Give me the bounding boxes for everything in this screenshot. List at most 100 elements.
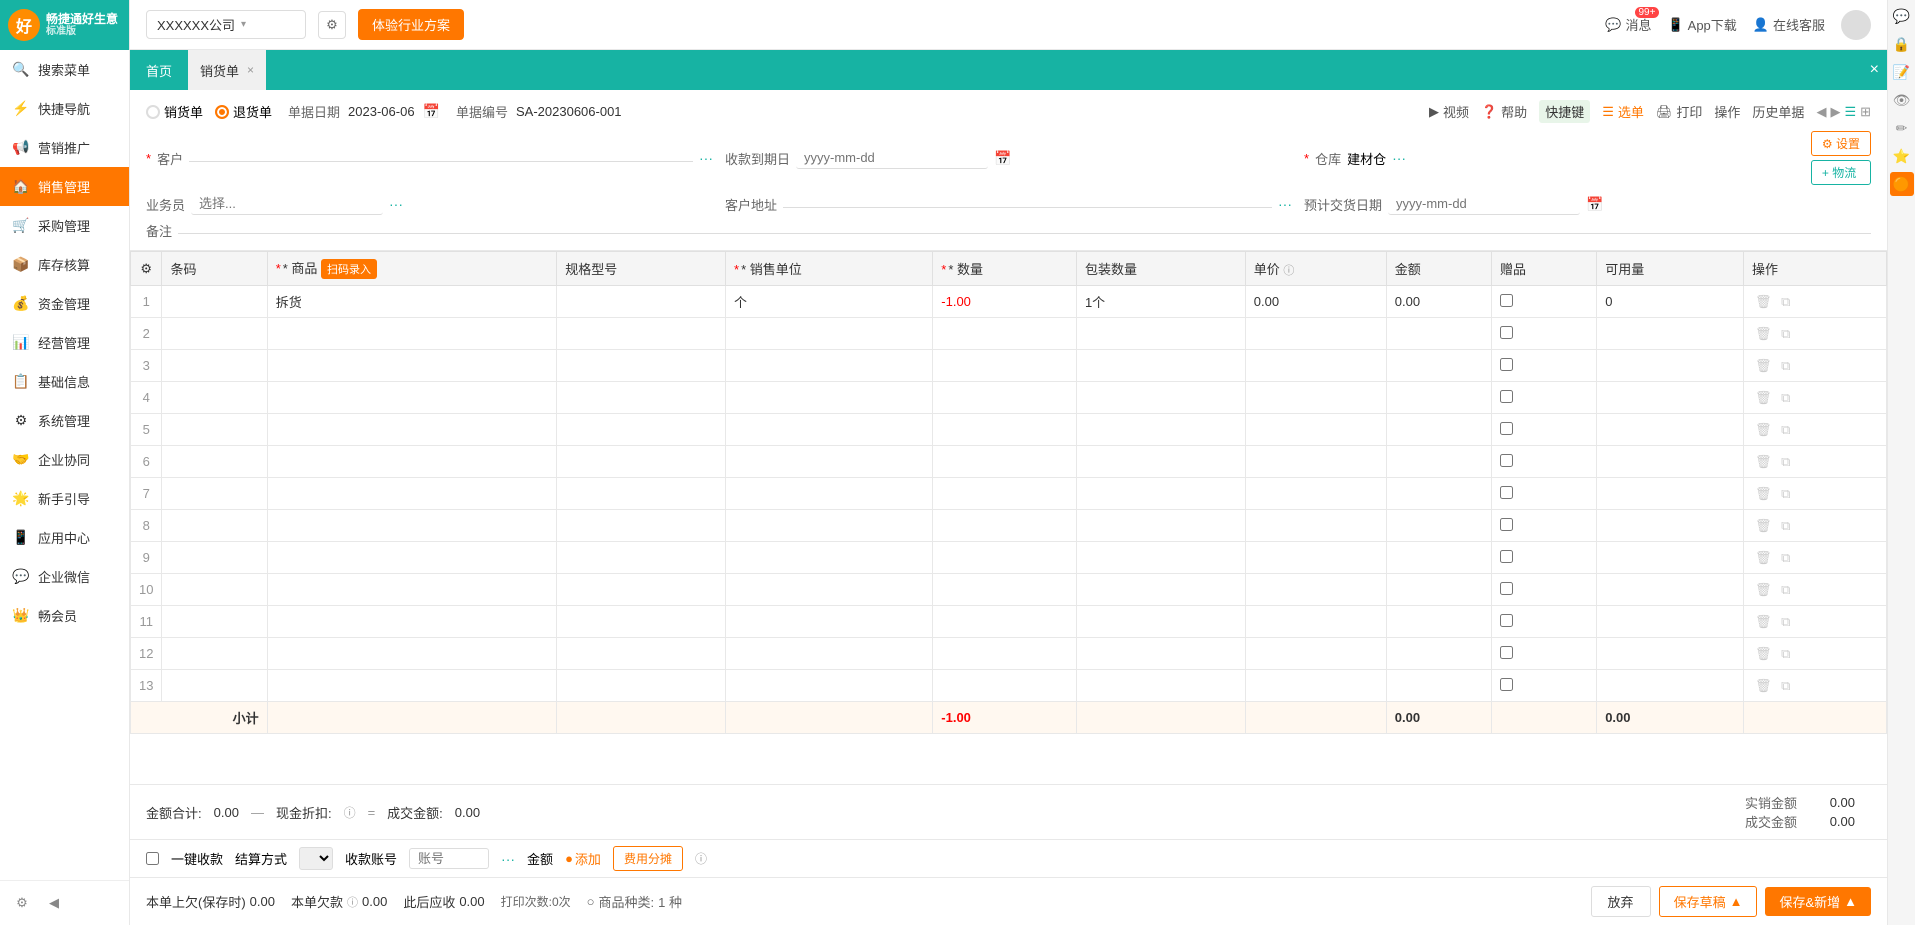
row-barcode[interactable]: [162, 542, 267, 574]
row-packqty[interactable]: [1076, 478, 1245, 510]
row-packqty[interactable]: [1076, 542, 1245, 574]
scan-btn[interactable]: 扫码录入: [321, 259, 377, 279]
row-unit[interactable]: [726, 638, 933, 670]
help-btn[interactable]: ❓ 帮助: [1481, 102, 1527, 121]
row-gift[interactable]: [1491, 446, 1596, 478]
row-goods[interactable]: [267, 414, 557, 446]
expected-date-input[interactable]: [1388, 193, 1580, 215]
row-packqty[interactable]: [1076, 510, 1245, 542]
payment-method-select[interactable]: [299, 847, 333, 870]
row-barcode[interactable]: [162, 446, 267, 478]
row-qty[interactable]: [933, 542, 1077, 574]
copy-row-icon[interactable]: ⧉: [1781, 390, 1790, 405]
gift-checkbox[interactable]: [1500, 550, 1513, 563]
gift-checkbox[interactable]: [1500, 582, 1513, 595]
row-amount[interactable]: [1386, 446, 1491, 478]
delete-row-icon[interactable]: 🗑: [1755, 582, 1772, 597]
row-packqty[interactable]: [1076, 414, 1245, 446]
row-goods[interactable]: [267, 542, 557, 574]
row-gift[interactable]: [1491, 286, 1596, 318]
row-goods[interactable]: [267, 382, 557, 414]
tab-close-icon[interactable]: ×: [247, 63, 254, 77]
sidebar-item-inventory[interactable]: 📦 库存核算: [0, 245, 129, 284]
row-packqty[interactable]: [1076, 382, 1245, 414]
shortcut-btn[interactable]: 快捷键: [1539, 100, 1590, 123]
row-amount[interactable]: [1386, 510, 1491, 542]
row-unit[interactable]: [726, 382, 933, 414]
sidebar-item-finance[interactable]: 💰 资金管理: [0, 284, 129, 323]
gift-checkbox[interactable]: [1500, 454, 1513, 467]
customer-dots-btn[interactable]: ···: [699, 150, 713, 166]
row-goods[interactable]: [267, 318, 557, 350]
list-view-icon[interactable]: ☰: [1844, 104, 1856, 120]
row-barcode[interactable]: [162, 478, 267, 510]
row-qty[interactable]: [933, 574, 1077, 606]
row-price[interactable]: [1245, 382, 1386, 414]
delete-row-icon[interactable]: 🗑: [1755, 422, 1772, 437]
delete-row-icon[interactable]: 🗑: [1755, 550, 1772, 565]
message-button[interactable]: 💬 消息 99+: [1605, 15, 1651, 34]
avatar[interactable]: [1841, 10, 1871, 40]
row-spec[interactable]: [557, 350, 726, 382]
row-gift[interactable]: [1491, 574, 1596, 606]
tab-home[interactable]: 首页: [130, 50, 188, 90]
row-amount[interactable]: [1386, 382, 1491, 414]
row-spec[interactable]: [557, 510, 726, 542]
right-panel-chat-icon[interactable]: 💬: [1890, 4, 1914, 28]
row-qty[interactable]: [933, 606, 1077, 638]
row-unit[interactable]: [726, 606, 933, 638]
salesperson-input[interactable]: [191, 193, 383, 215]
settings-button[interactable]: ⚙ 设置: [1811, 131, 1871, 156]
row-barcode[interactable]: [162, 574, 267, 606]
gift-checkbox[interactable]: [1500, 486, 1513, 499]
row-packqty[interactable]: [1076, 670, 1245, 702]
row-price[interactable]: [1245, 638, 1386, 670]
row-barcode[interactable]: [162, 382, 267, 414]
sidebar-item-enterprise[interactable]: 🤝 企业协同: [0, 440, 129, 479]
row-goods[interactable]: 拆货: [267, 286, 557, 318]
salesperson-dots-btn[interactable]: ···: [389, 196, 403, 212]
gift-checkbox[interactable]: [1500, 646, 1513, 659]
row-qty[interactable]: [933, 350, 1077, 382]
copy-row-icon[interactable]: ⧉: [1781, 518, 1790, 533]
warehouse-dots-btn[interactable]: ···: [1392, 150, 1406, 166]
row-qty[interactable]: -1.00: [933, 286, 1077, 318]
sidebar-item-basics[interactable]: 📋 基础信息: [0, 362, 129, 401]
right-panel-active-icon[interactable]: 🟠: [1890, 172, 1914, 196]
payment-date-icon[interactable]: 📅: [994, 150, 1011, 167]
row-packqty[interactable]: [1076, 606, 1245, 638]
row-goods[interactable]: [267, 478, 557, 510]
row-barcode[interactable]: [162, 318, 267, 350]
row-gift[interactable]: [1491, 414, 1596, 446]
copy-row-icon[interactable]: ⧉: [1781, 550, 1790, 565]
row-price[interactable]: [1245, 542, 1386, 574]
row-spec[interactable]: [557, 478, 726, 510]
abandon-button[interactable]: 放弃: [1591, 886, 1651, 917]
row-goods[interactable]: [267, 446, 557, 478]
row-barcode[interactable]: [162, 638, 267, 670]
gift-checkbox[interactable]: [1500, 518, 1513, 531]
operation-btn[interactable]: 操作: [1714, 102, 1740, 121]
save-draft-button[interactable]: 保存草稿 ▲: [1659, 886, 1758, 917]
row-unit[interactable]: [726, 478, 933, 510]
fee-split-button[interactable]: 费用分摊: [613, 846, 683, 871]
right-panel-lock-icon[interactable]: 🔒: [1890, 32, 1914, 56]
payment-date-input[interactable]: [796, 147, 988, 169]
row-spec[interactable]: [557, 574, 726, 606]
sidebar-item-system[interactable]: ⚙ 系统管理: [0, 401, 129, 440]
delete-row-icon[interactable]: 🗑: [1755, 614, 1772, 629]
radio-return[interactable]: 退货单: [215, 102, 272, 121]
add-btn[interactable]: ● 添加: [565, 849, 601, 868]
copy-row-icon[interactable]: ⧉: [1781, 614, 1790, 629]
row-packqty[interactable]: [1076, 350, 1245, 382]
row-price[interactable]: [1245, 606, 1386, 638]
copy-row-icon[interactable]: ⧉: [1781, 358, 1790, 373]
row-qty[interactable]: [933, 670, 1077, 702]
right-panel-note-icon[interactable]: 📝: [1890, 60, 1914, 84]
copy-row-icon[interactable]: ⧉: [1781, 326, 1790, 341]
copy-row-icon[interactable]: ⧉: [1781, 486, 1790, 501]
gift-checkbox[interactable]: [1500, 422, 1513, 435]
row-packqty[interactable]: 1个: [1076, 286, 1245, 318]
delete-row-icon[interactable]: 🗑: [1755, 326, 1772, 341]
sidebar-item-quicknav[interactable]: ⚡ 快捷导航: [0, 89, 129, 128]
